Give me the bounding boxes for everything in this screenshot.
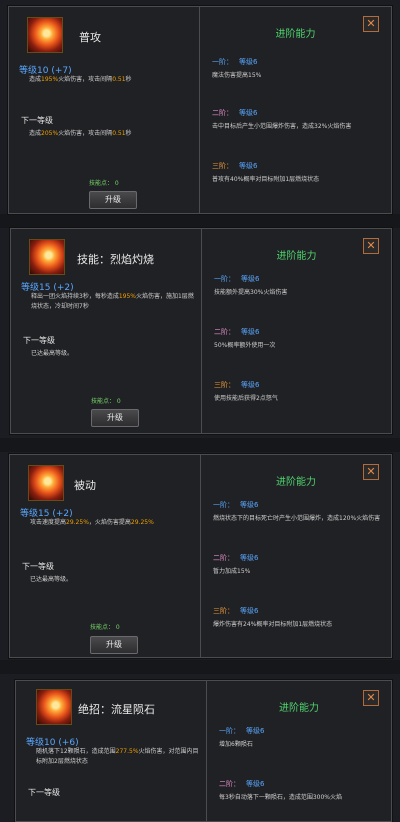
tier-2: 二阶： 等级6 50%概率额外使用一次 [214,328,276,349]
skill-info-section: 技能：烈焰灼烧 等级15 (+2) 释出一团火焰持续3秒，每秒造成195%火焰伤… [11,229,202,433]
close-button[interactable]: ✕ [363,16,379,32]
current-description: 攻击速度提高29.25%，火焰伤害提高29.25% [30,519,154,526]
skill-name: 被动 [74,479,96,492]
skill-panel-passive: 被动 等级15 (+2) 攻击速度提高29.25%，火焰伤害提高29.25% 下… [9,454,392,658]
close-button[interactable]: ✕ [363,690,379,706]
tier-2: 二阶： 等级6 暂力加成15% [213,554,259,575]
upgrade-button[interactable]: 升级 [90,636,138,654]
fire-skill-icon [28,465,64,501]
current-description: 释出一团火焰持续3秒，每秒造成195%火焰伤害，施加1层燃烧状态，冷却时间7秒 [31,293,194,310]
tier-3: 三阶： 等级6 普攻有40%概率对目标附加1层燃烧状态 [212,162,320,183]
background-strip [0,438,400,452]
skill-name: 普攻 [79,31,101,44]
next-level-label: 下一等级 [28,788,60,797]
skill-panel-meteor: 绝招：流星陨石 等级10 (+6) 随机落下12颗陨石，造成范围277.5%火焰… [15,680,392,822]
next-level-description: 已达最高等级。 [30,576,73,583]
skill-panel-flame-burn: 技能：烈焰灼烧 等级15 (+2) 释出一团火焰持续3秒，每秒造成195%火焰伤… [10,228,392,434]
close-button[interactable]: ✕ [363,238,379,254]
skill-name: 绝招：流星陨石 [78,703,155,716]
tier-1: 一阶： 等级6 技能额外提高30%火焰伤害 [214,275,288,296]
next-level-description: 造成205%火焰伤害，攻击间隔0.51秒 [29,130,132,137]
upgrade-button[interactable]: 升级 [91,409,139,427]
tier-1: 一阶： 等级6 魔法伤害提高15% [212,58,262,79]
advanced-abilities-section: 进阶能力 ✕ 一阶： 等级6 增加6颗陨石 二阶： 等级6 每3秒自动落下一颗陨石，… [207,681,391,821]
close-button[interactable]: ✕ [363,464,379,480]
tier-1: 一阶： 等级6 燃烧状态下的目标死亡时产生小范围爆炸，造成120%火焰伤害 [213,501,381,522]
fire-skill-icon [27,17,63,53]
skill-name: 技能：烈焰灼烧 [77,253,154,266]
advanced-abilities-section: 进阶能力 ✕ 一阶： 等级6 燃烧状态下的目标死亡时产生小范围爆炸，造成120%火… [201,455,391,657]
tier-3: 三阶： 等级6 爆炸伤害有24%概率对目标附加1层燃烧状态 [213,607,333,628]
background-strip [0,660,400,674]
next-level-label: 下一等级 [23,336,55,345]
skill-panel-normal-attack: 普攻 等级10 (+7) 造成195%火焰伤害，攻击间隔0.51秒 下一等级 造… [8,6,392,214]
skill-info-section: 被动 等级15 (+2) 攻击速度提高29.25%，火焰伤害提高29.25% 下… [10,455,201,657]
skill-info-section: 普攻 等级10 (+7) 造成195%火焰伤害，攻击间隔0.51秒 下一等级 造… [9,7,200,213]
upgrade-button[interactable]: 升级 [89,191,137,209]
skill-points: 技能点： 0 [90,624,120,631]
current-description: 随机落下12颗陨石，造成范围277.5%火焰伤害，对范围内目标附加2层燃烧状态 [36,748,199,765]
current-description: 造成195%火焰伤害，攻击间隔0.51秒 [29,76,132,83]
skill-points: 技能点： 0 [89,180,119,187]
tier-1: 一阶： 等级6 增加6颗陨石 [219,727,265,748]
next-level-label: 下一等级 [21,116,53,125]
skill-info-section: 绝招：流星陨石 等级10 (+6) 随机落下12颗陨石，造成范围277.5%火焰… [16,681,207,821]
tier-2: 二阶： 等级6 击中目标后产生小范围爆炸伤害，造成32%火焰伤害 [212,109,352,130]
tier-2: 二阶： 等级6 每3秒自动落下一颗陨石，造成范围300%火焰 [219,780,342,801]
background-strip [0,214,400,228]
skill-points: 技能点： 0 [91,398,121,405]
next-level-description: 已达最高等级。 [31,350,74,357]
next-level-label: 下一等级 [22,562,54,571]
fire-skill-icon [29,239,65,275]
advanced-abilities-section: 进阶能力 ✕ 一阶： 等级6 技能额外提高30%火焰伤害 二阶： 等级6 50%概率… [202,229,391,433]
advanced-abilities-section: 进阶能力 ✕ 一阶： 等级6 魔法伤害提高15% 二阶： 等级6 击中目标后产生小范… [200,7,391,213]
tier-3: 三阶： 等级6 使用技能后获得2点怒气 [214,381,278,402]
meteor-skill-icon [36,689,72,725]
